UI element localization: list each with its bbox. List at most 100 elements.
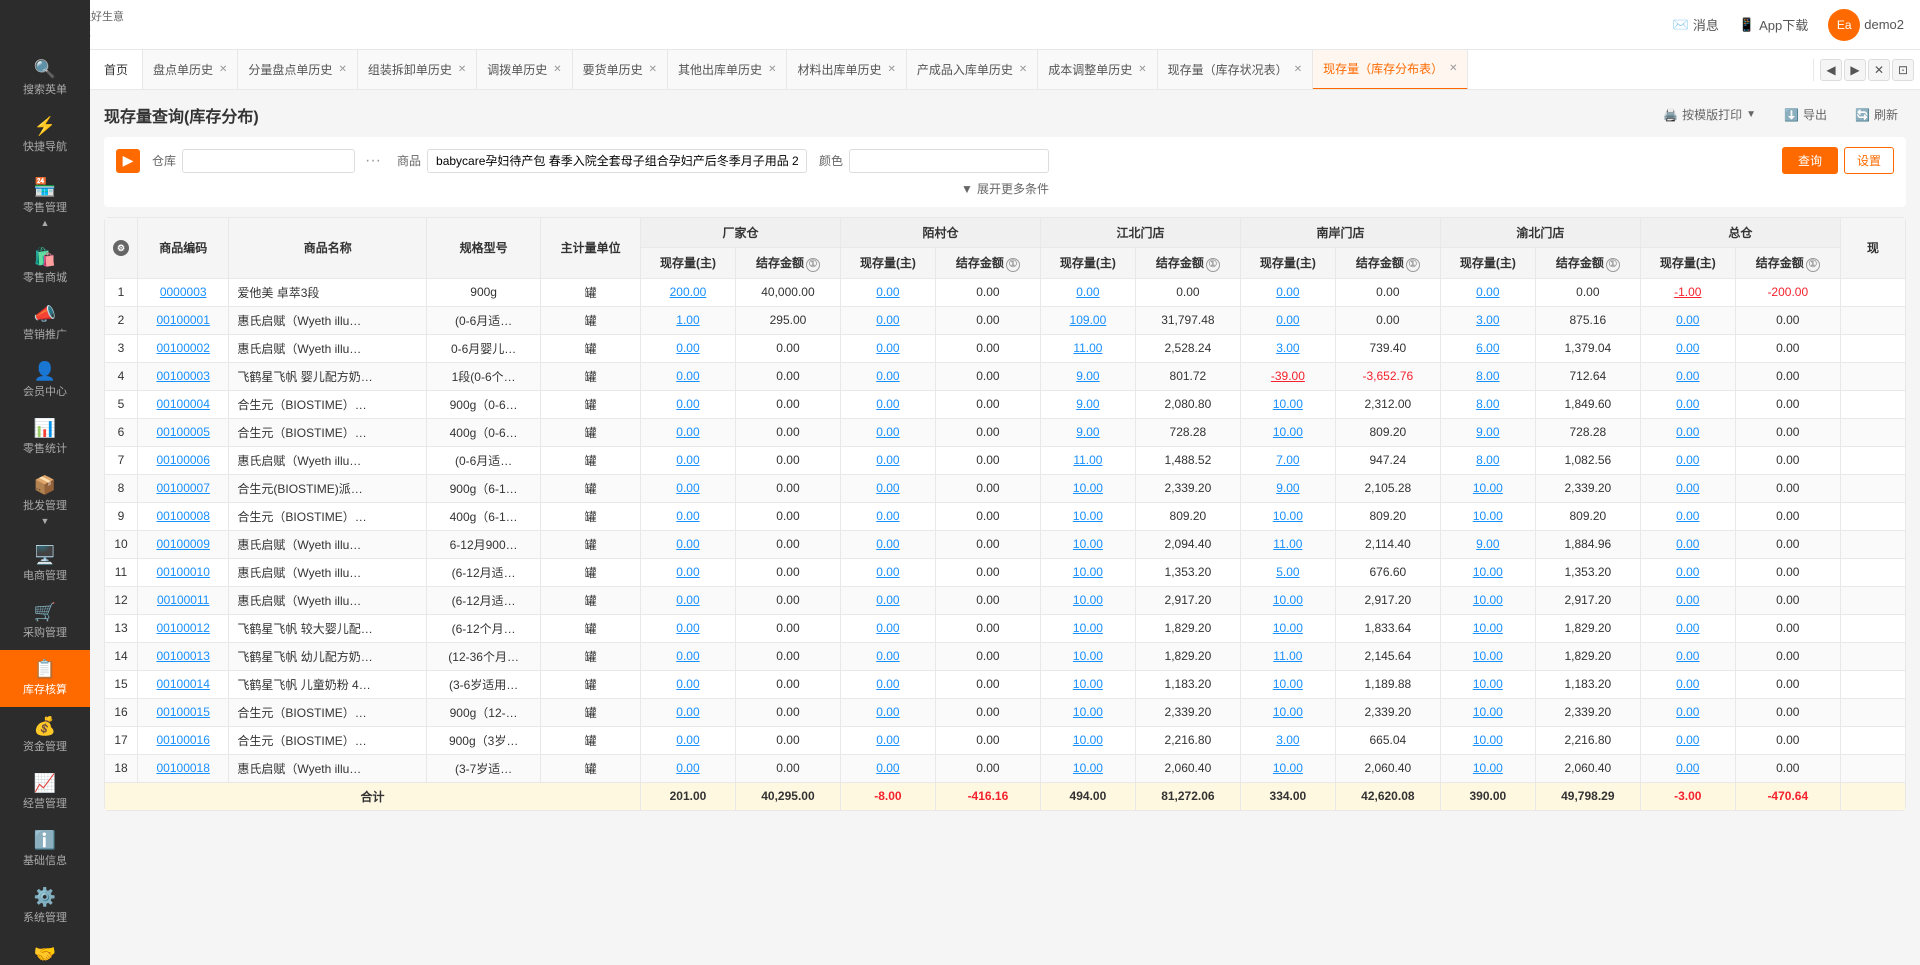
row-jb-qty: 11.00: [1041, 446, 1136, 474]
sidebar-item-retail-manage[interactable]: 🏪 零售管理 ▲: [0, 168, 90, 238]
mo-amt-info-icon[interactable]: ①: [1006, 258, 1020, 272]
sidebar-item-ecommerce[interactable]: 🖥️ 电商管理: [0, 536, 90, 593]
filter-area: ▶ 仓库 ··· 商品 颜色 查询 设置: [104, 137, 1906, 207]
sidebar-item-finance[interactable]: 💰 资金管理: [0, 707, 90, 764]
row-mo-amt: 0.00: [935, 530, 1040, 558]
tab-other-out-history[interactable]: 其他出库单历史 ✕: [668, 50, 787, 89]
row-extra: [1840, 642, 1905, 670]
row-factory-amt: 0.00: [735, 670, 840, 698]
table-row: 1 0000003 爱他美 卓萃3段 900g 罐 200.00 40,000.…: [105, 278, 1906, 306]
row-yb-amt: 1,082.56: [1535, 446, 1640, 474]
warehouse-input[interactable]: [182, 149, 355, 173]
tab-order-history[interactable]: 要货单历史 ✕: [573, 50, 668, 89]
row-extra: [1840, 306, 1905, 334]
tab-cost-adjust-history[interactable]: 成本调整单历史 ✕: [1038, 50, 1157, 89]
expand-conditions[interactable]: ▼ 展开更多条件: [116, 180, 1894, 197]
tabs-expand-btn[interactable]: ⊡: [1892, 59, 1914, 81]
tabs-prev-btn[interactable]: ◀: [1820, 59, 1842, 81]
sidebar-item-purchase[interactable]: 🛒 采购管理: [0, 593, 90, 650]
row-na-amt: 0.00: [1335, 278, 1440, 306]
warehouse-ellipsis[interactable]: ···: [361, 152, 385, 170]
tab-product-in-history[interactable]: 产成品入库单历史 ✕: [907, 50, 1038, 89]
page-container: 现存量查询(库存分布) 🖨️ 按模版打印 ▼ ⬇️ 导出 🔄 刷新: [90, 90, 1920, 823]
row-mo-qty: 0.00: [841, 586, 936, 614]
tabs-close-all-btn[interactable]: ✕: [1868, 59, 1890, 81]
unit-col-header: 主计量单位: [541, 218, 641, 279]
row-total-qty: 0.00: [1640, 726, 1735, 754]
row-jb-qty: 10.00: [1041, 642, 1136, 670]
user-area[interactable]: Ea demo2: [1828, 9, 1904, 41]
total-amt-info-icon[interactable]: ①: [1806, 258, 1820, 272]
message-btn[interactable]: ✉️ 消息: [1673, 15, 1719, 34]
filter-expand-arrow[interactable]: ▶: [116, 149, 140, 173]
sidebar-item-basic-info[interactable]: ℹ️ 基础信息: [0, 821, 90, 878]
color-input[interactable]: [849, 149, 1049, 173]
jb-amt-info-icon[interactable]: ①: [1206, 258, 1220, 272]
tab-assembly-disassembly-history[interactable]: 组装拆卸单历史 ✕: [358, 50, 477, 89]
factory-amt-info-icon[interactable]: ①: [806, 258, 820, 272]
row-na-amt: 0.00: [1335, 306, 1440, 334]
row-factory-amt: 0.00: [735, 558, 840, 586]
row-spec: 400g（0-6…: [427, 418, 541, 446]
table-row: 14 00100013 飞鹤星飞帆 幼儿配方奶… (12-36个月… 罐 0.0…: [105, 642, 1906, 670]
tab-close-icon[interactable]: ✕: [1019, 64, 1027, 75]
tab-close-icon[interactable]: ✕: [649, 64, 657, 75]
yb-amt-info-icon[interactable]: ①: [1606, 258, 1620, 272]
tab-close-icon[interactable]: ✕: [338, 64, 346, 75]
tab-close-icon[interactable]: ✕: [219, 64, 227, 75]
row-name: 惠氏启赋（Wyeth illu…: [229, 334, 427, 362]
sidebar-item-retail-stats[interactable]: 📊 零售统计: [0, 409, 90, 466]
row-factory-qty: 0.00: [641, 390, 736, 418]
row-name: 合生元（BIOSTIME）…: [229, 502, 427, 530]
tab-close-icon[interactable]: ✕: [458, 64, 466, 75]
sidebar-item-member[interactable]: 👤 会员中心: [0, 352, 90, 409]
sidebar-item-enterprise-collab[interactable]: 🤝 企业协同: [0, 935, 90, 965]
summary-mo-amt: -416.16: [935, 782, 1040, 810]
tab-close-icon[interactable]: ✕: [1138, 64, 1146, 75]
sidebar-item-system[interactable]: ⚙️ 系统管理: [0, 878, 90, 935]
sidebar-item-wholesale[interactable]: 📦 批发管理 ▼: [0, 466, 90, 536]
tab-close-icon[interactable]: ✕: [887, 64, 895, 75]
row-factory-qty: 0.00: [641, 418, 736, 446]
row-jb-qty: 10.00: [1041, 754, 1136, 782]
refresh-btn[interactable]: 🔄 刷新: [1847, 102, 1906, 127]
sidebar-item-retail-mall[interactable]: 🛍️ 零售商城: [0, 238, 90, 295]
tab-split-inventory-history[interactable]: 分量盘点单历史 ✕: [238, 50, 357, 89]
tab-close-icon[interactable]: ✕: [1449, 63, 1457, 74]
sidebar-item-search[interactable]: 🔍 搜索英单: [0, 50, 90, 107]
tab-home[interactable]: 首页: [90, 50, 143, 89]
print-btn[interactable]: 🖨️ 按模版打印 ▼: [1655, 102, 1764, 127]
export-btn[interactable]: ⬇️ 导出: [1776, 102, 1835, 127]
tab-material-out-history[interactable]: 材料出库单历史 ✕: [787, 50, 906, 89]
app-download-btn[interactable]: 📱 App下载: [1739, 15, 1808, 34]
product-input[interactable]: [427, 149, 807, 173]
row-jb-amt: 1,829.20: [1135, 614, 1240, 642]
yb-amt-header: 结存金额①: [1535, 248, 1640, 279]
na-amt-info-icon[interactable]: ①: [1406, 258, 1420, 272]
tab-inventory-status[interactable]: 现存量（库存状况表） ✕: [1158, 50, 1313, 89]
sidebar-item-operations[interactable]: 📈 经营管理: [0, 764, 90, 821]
tab-close-icon[interactable]: ✕: [768, 64, 776, 75]
tab-transfer-history[interactable]: 调拨单历史 ✕: [477, 50, 572, 89]
col-settings-icon[interactable]: ⚙: [113, 240, 129, 256]
row-jb-qty: 109.00: [1041, 306, 1136, 334]
sidebar-item-marketing[interactable]: 📣 营销推广: [0, 295, 90, 352]
row-mo-qty: 0.00: [841, 278, 936, 306]
print-icon: 🖨️: [1663, 108, 1678, 122]
row-code: 00100012: [138, 614, 229, 642]
sidebar-item-inventory[interactable]: 📋 库存核算: [0, 650, 90, 707]
quick-nav-icon: ⚡: [34, 117, 56, 135]
row-spec: (6-12个月…: [427, 614, 541, 642]
row-factory-amt: 40,000.00: [735, 278, 840, 306]
tab-inventory-check-history[interactable]: 盘点单历史 ✕: [143, 50, 238, 89]
tab-inventory-distribution[interactable]: 现存量（库存分布表） ✕: [1313, 50, 1468, 89]
row-factory-qty: 0.00: [641, 586, 736, 614]
page-title-bar: 现存量查询(库存分布) 🖨️ 按模版打印 ▼ ⬇️ 导出 🔄 刷新: [104, 102, 1906, 127]
tab-close-icon[interactable]: ✕: [1294, 64, 1302, 75]
tab-close-icon[interactable]: ✕: [553, 64, 561, 75]
expand-down-icon: ▼: [961, 182, 973, 196]
sidebar-item-quick-nav[interactable]: ⚡ 快捷导航: [0, 107, 90, 164]
query-button[interactable]: 查询: [1782, 147, 1838, 174]
setting-button[interactable]: 设置: [1844, 147, 1894, 174]
tabs-next-btn[interactable]: ▶: [1844, 59, 1866, 81]
